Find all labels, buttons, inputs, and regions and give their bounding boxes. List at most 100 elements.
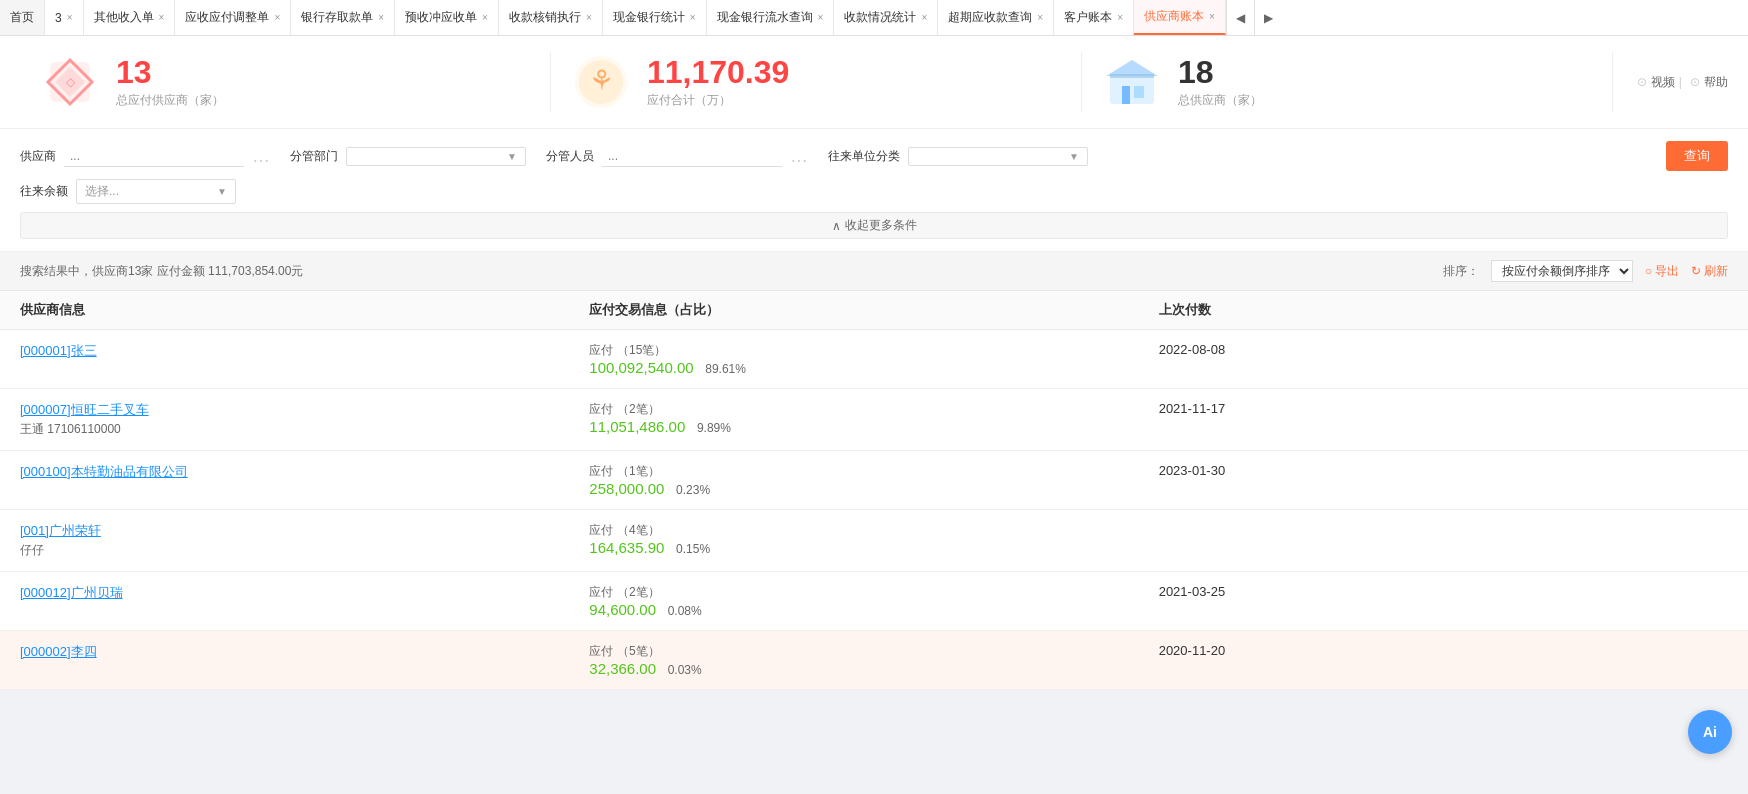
filter-item-unit-type: 往来单位分类 ▼ xyxy=(828,147,1088,166)
nav-next-arrow[interactable]: ▶ xyxy=(1254,0,1282,35)
supplier-input[interactable] xyxy=(64,146,244,167)
payable-info-2: 应付 （2笔） 11,051,486.00 9.89% xyxy=(589,401,1158,435)
summary-card-payable-suppliers: ◇ 13 总应付供应商（家） xyxy=(20,52,551,112)
total-suppliers-label: 总供应商（家） xyxy=(1178,92,1262,109)
unit-type-select[interactable]: ▼ xyxy=(908,147,1088,166)
ellipsis-icon: … xyxy=(252,146,270,167)
payable-amount-3[interactable]: 258,000.00 xyxy=(589,480,664,497)
video-link[interactable]: 视频 xyxy=(1651,74,1675,91)
payable-amount-value: 11,170.39 xyxy=(647,56,789,88)
payable-label-3: 应付 xyxy=(589,464,613,478)
payable-count-5: （2笔） xyxy=(617,585,660,599)
nav-tab-cash-stat[interactable]: 现金银行统计 × xyxy=(603,0,707,35)
payable-amount-2[interactable]: 11,051,486.00 xyxy=(589,418,685,435)
close-icon[interactable]: × xyxy=(586,12,592,23)
summary-area: ◇ 13 总应付供应商（家） ⚘ 11,170.39 应付合计（万） xyxy=(0,36,1748,129)
nav-tab-advance-ar[interactable]: 预收冲应收单 × xyxy=(395,0,499,35)
close-icon[interactable]: × xyxy=(274,12,280,23)
supplier-sub-2: 王通 17106110000 xyxy=(20,421,589,438)
supplier-link-1[interactable]: [000001]张三 xyxy=(20,343,97,358)
refresh-button[interactable]: ↻ 刷新 xyxy=(1691,263,1728,280)
close-icon[interactable]: × xyxy=(1117,12,1123,23)
payable-label-2: 应付 xyxy=(589,402,613,416)
circle-icon: ⊙ xyxy=(1637,75,1647,89)
payable-count-4: （4笔） xyxy=(617,523,660,537)
nav-tab-ar-ap-adjust[interactable]: 应收应付调整单 × xyxy=(175,0,291,35)
close-icon[interactable]: × xyxy=(378,12,384,23)
nav-tab-3[interactable]: 3 × xyxy=(45,0,84,35)
payable-count-6: （5笔） xyxy=(617,644,660,658)
supplier-label: 供应商 xyxy=(20,148,56,165)
filter-item-balance: 往来余额 选择... ▼ xyxy=(20,179,236,204)
supplier-link-3[interactable]: [000100]本特勤油品有限公司 xyxy=(20,464,188,479)
table-row: [000007]恒旺二手叉车 王通 17106110000 应付 （2笔） 11… xyxy=(0,389,1748,451)
nav-tab-collection-stat[interactable]: 收款情况统计 × xyxy=(834,0,938,35)
nav-tab-home[interactable]: 首页 xyxy=(0,0,45,35)
payable-amount-5[interactable]: 94,600.00 xyxy=(589,601,656,618)
table-row: [000001]张三 应付 （15笔） 100,092,540.00 89.61… xyxy=(0,330,1748,389)
payable-amount-4[interactable]: 164,635.90 xyxy=(589,539,664,556)
nav-tab-other-income[interactable]: 其他收入单 × xyxy=(84,0,176,35)
lastpay-2: 2021-11-17 xyxy=(1159,401,1728,416)
payable-count-2: （2笔） xyxy=(617,402,660,416)
sort-select[interactable]: 按应付余额倒序排序 xyxy=(1491,260,1633,282)
payable-count-1: （15笔） xyxy=(617,343,666,357)
lastpay-6: 2020-11-20 xyxy=(1159,643,1728,658)
nav-prev-arrow[interactable]: ◀ xyxy=(1226,0,1254,35)
payable-percent-2: 9.89% xyxy=(697,421,731,435)
summary-card-total-suppliers: 18 总供应商（家） xyxy=(1082,52,1613,112)
close-icon[interactable]: × xyxy=(818,12,824,23)
close-icon[interactable]: × xyxy=(159,12,165,23)
payable-count-3: （1笔） xyxy=(617,464,660,478)
nav-tab-cash-flow[interactable]: 现金银行流水查询 × xyxy=(707,0,835,35)
close-icon[interactable]: × xyxy=(1209,11,1215,22)
nav-tab-customer-book[interactable]: 客户账本 × xyxy=(1054,0,1134,35)
nav-tab-supplier-book-label: 供应商账本 xyxy=(1144,8,1204,25)
balance-select[interactable]: 选择... ▼ xyxy=(76,179,236,204)
nav-tab-receipt-verify[interactable]: 收款核销执行 × xyxy=(499,0,603,35)
close-icon[interactable]: × xyxy=(921,12,927,23)
collapse-button[interactable]: ∧ 收起更多条件 xyxy=(20,212,1728,239)
table-header: 供应商信息 应付交易信息（占比） 上次付数 xyxy=(0,291,1748,330)
svg-text:⚘: ⚘ xyxy=(588,65,613,96)
close-icon[interactable]: × xyxy=(1037,12,1043,23)
nav-tab-advance-ar-label: 预收冲应收单 xyxy=(405,9,477,26)
nav-tab-supplier-book[interactable]: 供应商账本 × xyxy=(1134,0,1226,35)
nav-tab-3-label: 3 xyxy=(55,11,62,25)
payable-suppliers-count: 13 xyxy=(116,56,224,88)
col-header-supplier: 供应商信息 xyxy=(20,301,589,319)
supplier-link-6[interactable]: [000002]李四 xyxy=(20,644,97,659)
help-link[interactable]: 帮助 xyxy=(1704,74,1728,91)
summary-card-payable-amount: ⚘ 11,170.39 应付合计（万） xyxy=(551,52,1082,112)
close-icon[interactable]: × xyxy=(482,12,488,23)
export-button[interactable]: ○ 导出 xyxy=(1645,263,1679,280)
query-button[interactable]: 查询 xyxy=(1666,141,1728,171)
payable-percent-1: 89.61% xyxy=(705,362,746,376)
payable-percent-3: 0.23% xyxy=(676,483,710,497)
payable-amount-6[interactable]: 32,366.00 xyxy=(589,660,656,677)
supplier-link-4[interactable]: [001]广州荣轩 xyxy=(20,523,101,538)
svg-text:◇: ◇ xyxy=(66,75,76,89)
close-icon[interactable]: × xyxy=(690,12,696,23)
svg-rect-10 xyxy=(1134,86,1144,98)
last-pay-date-2: 2021-11-17 xyxy=(1159,401,1226,416)
filter-area: 供应商 … 分管部门 ▼ 分管人员 … 往来单位分类 ▼ 查询 xyxy=(0,129,1748,252)
last-pay-date-6: 2020-11-20 xyxy=(1159,643,1226,658)
last-pay-date-3: 2023-01-30 xyxy=(1159,463,1226,478)
manager-input[interactable] xyxy=(602,146,782,167)
nav-tab-bank-deposit[interactable]: 银行存取款单 × xyxy=(291,0,395,35)
supplier-link-2[interactable]: [000007]恒旺二手叉车 xyxy=(20,402,149,417)
separator: | xyxy=(1679,75,1682,89)
filter-row-1: 供应商 … 分管部门 ▼ 分管人员 … 往来单位分类 ▼ 查询 xyxy=(20,141,1728,171)
close-icon[interactable]: × xyxy=(67,12,73,23)
supplier-link-5[interactable]: [000012]广州贝瑞 xyxy=(20,585,123,600)
payable-info-1: 应付 （15笔） 100,092,540.00 89.61% xyxy=(589,342,1158,376)
nav-tab-cash-flow-label: 现金银行流水查询 xyxy=(717,9,813,26)
nav-tab-overdue-ar[interactable]: 超期应收款查询 × xyxy=(938,0,1054,35)
store-icon xyxy=(1102,52,1162,112)
payable-amount-1[interactable]: 100,092,540.00 xyxy=(589,359,693,376)
supplier-info-2: [000007]恒旺二手叉车 王通 17106110000 xyxy=(20,401,589,438)
supplier-info-1: [000001]张三 xyxy=(20,342,589,360)
payable-percent-6: 0.03% xyxy=(668,663,702,677)
dept-select[interactable]: ▼ xyxy=(346,147,526,166)
